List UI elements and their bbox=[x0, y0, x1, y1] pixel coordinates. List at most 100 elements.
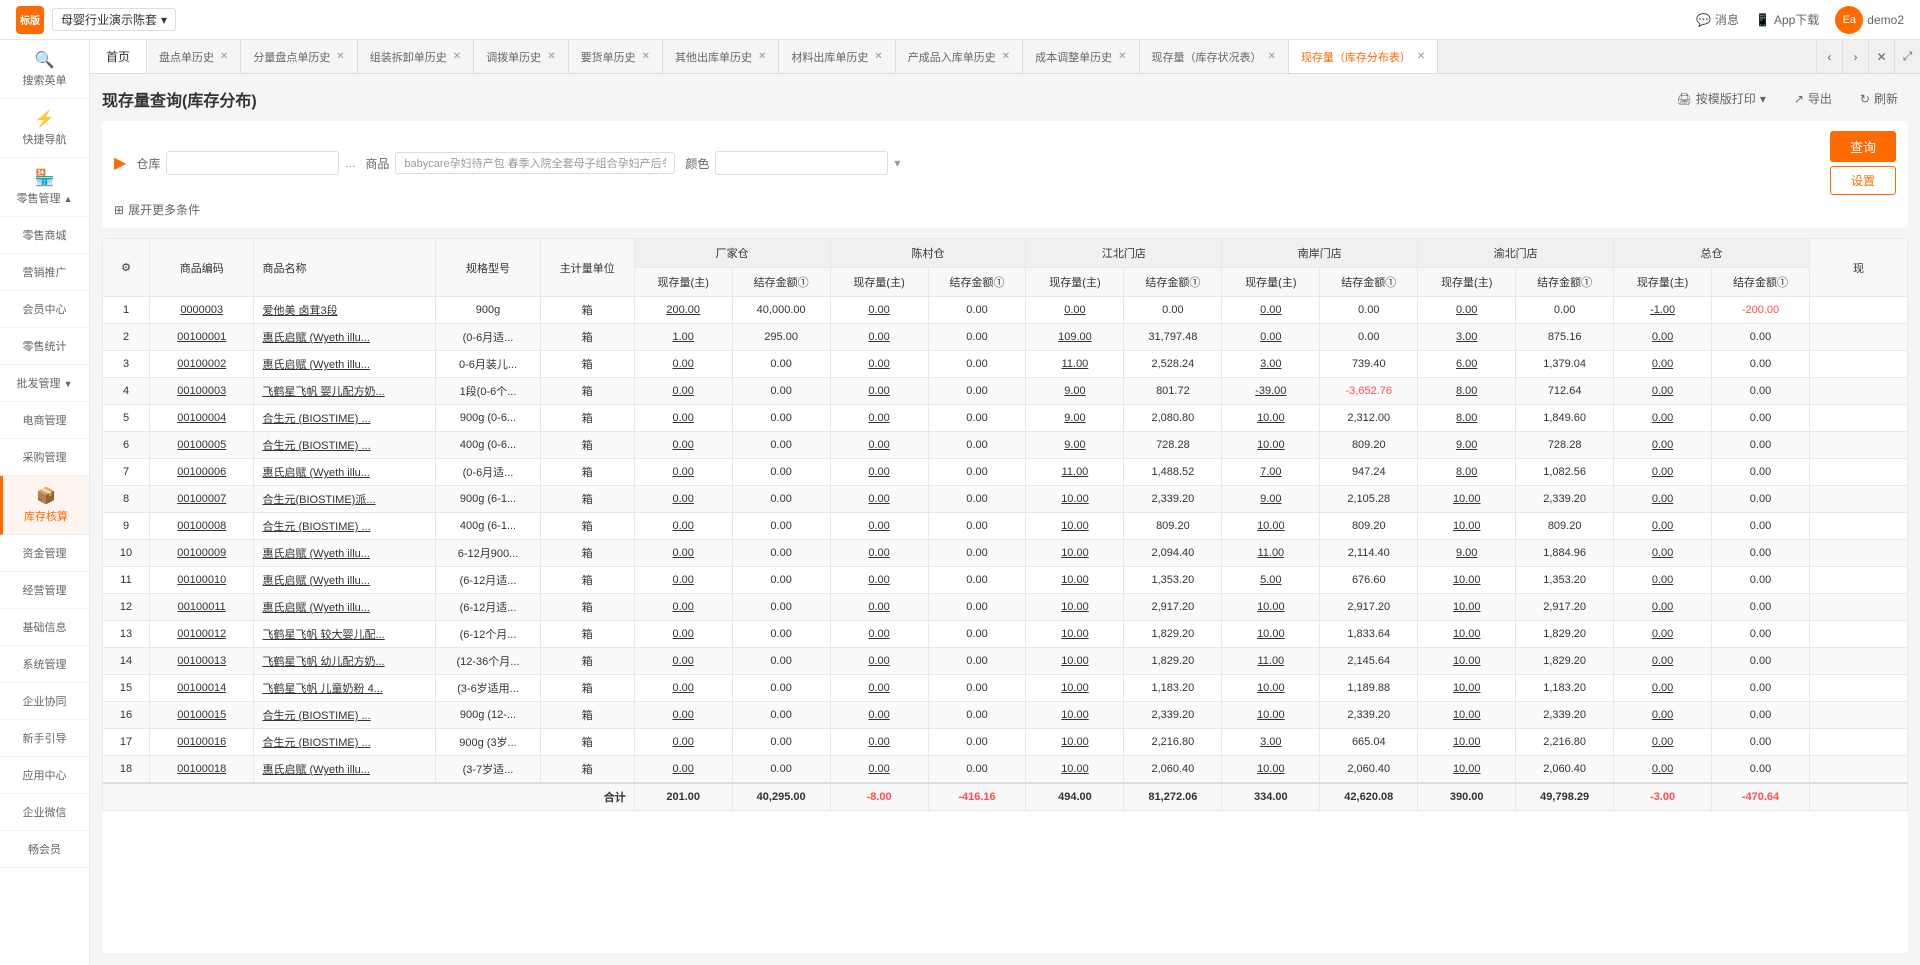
cell-name[interactable]: 惠氏启赋 (Wyeth illu... bbox=[254, 324, 436, 351]
col-header-settings[interactable]: ⚙ bbox=[103, 239, 150, 297]
cell-yubei-qty[interactable]: 10.00 bbox=[1418, 486, 1516, 513]
cell-chencun-qty[interactable]: 0.00 bbox=[830, 297, 928, 324]
tab-close-icon[interactable]: ✕ bbox=[1417, 51, 1425, 62]
sidebar-item-wechat[interactable]: 企业微信 bbox=[0, 794, 89, 831]
cell-jiangbei-qty[interactable]: 10.00 bbox=[1026, 702, 1124, 729]
cell-total-qty[interactable]: 0.00 bbox=[1614, 702, 1712, 729]
cell-jiangbei-qty[interactable]: 10.00 bbox=[1026, 513, 1124, 540]
tab-stocktake-history[interactable]: 盘点单历史 ✕ bbox=[147, 40, 241, 73]
cell-name[interactable]: 合生元 (BIOSTIME) ... bbox=[254, 729, 436, 756]
cell-factory-qty[interactable]: 200.00 bbox=[634, 297, 732, 324]
cell-nanan-qty[interactable]: 11.00 bbox=[1222, 648, 1320, 675]
tab-assembly[interactable]: 组装拆卸单历史 ✕ bbox=[358, 40, 474, 73]
cell-yubei-qty[interactable]: 10.00 bbox=[1418, 729, 1516, 756]
cell-chencun-qty[interactable]: 0.00 bbox=[830, 405, 928, 432]
cell-chencun-qty[interactable]: 0.00 bbox=[830, 729, 928, 756]
cell-yubei-qty[interactable]: 8.00 bbox=[1418, 405, 1516, 432]
cell-code[interactable]: 00100003 bbox=[150, 378, 254, 405]
cell-name[interactable]: 惠氏启赋 (Wyeth illu... bbox=[254, 594, 436, 621]
cell-name[interactable]: 合生元 (BIOSTIME) ... bbox=[254, 432, 436, 459]
cell-nanan-qty[interactable]: -39.00 bbox=[1222, 378, 1320, 405]
cell-factory-qty[interactable]: 0.00 bbox=[634, 432, 732, 459]
sidebar-item-inventory[interactable]: 📦 库存核算 bbox=[0, 476, 89, 535]
cell-nanan-qty[interactable]: 10.00 bbox=[1222, 594, 1320, 621]
cell-yubei-qty[interactable]: 10.00 bbox=[1418, 621, 1516, 648]
cell-nanan-qty[interactable]: 10.00 bbox=[1222, 702, 1320, 729]
cell-jiangbei-qty[interactable]: 10.00 bbox=[1026, 486, 1124, 513]
cell-jiangbei-qty[interactable]: 10.00 bbox=[1026, 621, 1124, 648]
cell-jiangbei-qty[interactable]: 10.00 bbox=[1026, 648, 1124, 675]
cell-yubei-qty[interactable]: 10.00 bbox=[1418, 648, 1516, 675]
cell-code[interactable]: 00100013 bbox=[150, 648, 254, 675]
cell-total-qty[interactable]: 0.00 bbox=[1614, 594, 1712, 621]
tab-close-icon[interactable]: ✕ bbox=[1002, 51, 1010, 62]
cell-nanan-qty[interactable]: 9.00 bbox=[1222, 486, 1320, 513]
tab-close-icon[interactable]: ✕ bbox=[642, 51, 650, 62]
cell-nanan-qty[interactable]: 10.00 bbox=[1222, 756, 1320, 784]
cell-chencun-qty[interactable]: 0.00 bbox=[830, 675, 928, 702]
cell-factory-qty[interactable]: 0.00 bbox=[634, 486, 732, 513]
cell-yubei-qty[interactable]: 10.00 bbox=[1418, 567, 1516, 594]
cell-nanan-qty[interactable]: 0.00 bbox=[1222, 324, 1320, 351]
cell-chencun-qty[interactable]: 0.00 bbox=[830, 513, 928, 540]
cell-total-qty[interactable]: 0.00 bbox=[1614, 324, 1712, 351]
sidebar-item-system[interactable]: 系统管理 bbox=[0, 646, 89, 683]
cell-nanan-qty[interactable]: 10.00 bbox=[1222, 405, 1320, 432]
expand-more-btn[interactable]: ⊞ 展开更多条件 bbox=[114, 201, 1896, 218]
sidebar-item-apps[interactable]: 应用中心 bbox=[0, 757, 89, 794]
cell-total-qty[interactable]: 0.00 bbox=[1614, 405, 1712, 432]
cell-jiangbei-qty[interactable]: 10.00 bbox=[1026, 594, 1124, 621]
tab-prev-btn[interactable]: ‹ bbox=[1816, 40, 1842, 74]
sidebar-item-ecommerce[interactable]: 电商管理 bbox=[0, 402, 89, 439]
cell-factory-qty[interactable]: 0.00 bbox=[634, 702, 732, 729]
cell-factory-qty[interactable]: 0.00 bbox=[634, 594, 732, 621]
message-action[interactable]: 💬 消息 bbox=[1696, 11, 1739, 28]
tab-close-icon[interactable]: ✕ bbox=[1268, 51, 1276, 62]
cell-nanan-qty[interactable]: 5.00 bbox=[1222, 567, 1320, 594]
cell-name[interactable]: 惠氏启赋 (Wyeth illu... bbox=[254, 351, 436, 378]
sidebar-item-finance[interactable]: 资金管理 bbox=[0, 535, 89, 572]
cell-chencun-qty[interactable]: 0.00 bbox=[830, 432, 928, 459]
cell-chencun-qty[interactable]: 0.00 bbox=[830, 324, 928, 351]
sidebar-item-retail-mall[interactable]: 零售商城 bbox=[0, 217, 89, 254]
tab-close-icon[interactable]: ✕ bbox=[336, 51, 344, 62]
cell-name[interactable]: 飞鹤星飞帆 幼儿配方奶... bbox=[254, 648, 436, 675]
cell-chencun-qty[interactable]: 0.00 bbox=[830, 567, 928, 594]
print-btn[interactable]: 🖨 按模版打印 ▾ bbox=[1667, 86, 1776, 111]
query-btn[interactable]: 查询 bbox=[1830, 131, 1896, 162]
cell-chencun-qty[interactable]: 0.00 bbox=[830, 621, 928, 648]
cell-name[interactable]: 惠氏启赋 (Wyeth illu... bbox=[254, 567, 436, 594]
tab-requisition[interactable]: 要货单历史 ✕ bbox=[569, 40, 663, 73]
cell-total-qty[interactable]: 0.00 bbox=[1614, 729, 1712, 756]
sidebar-item-guide[interactable]: 新手引导 bbox=[0, 720, 89, 757]
cell-jiangbei-qty[interactable]: 11.00 bbox=[1026, 351, 1124, 378]
cell-jiangbei-qty[interactable]: 10.00 bbox=[1026, 675, 1124, 702]
cell-factory-qty[interactable]: 1.00 bbox=[634, 324, 732, 351]
cell-code[interactable]: 00100012 bbox=[150, 621, 254, 648]
cell-nanan-qty[interactable]: 3.00 bbox=[1222, 351, 1320, 378]
user-area[interactable]: Ea demo2 bbox=[1835, 6, 1904, 34]
cell-total-qty[interactable]: 0.00 bbox=[1614, 486, 1712, 513]
cell-nanan-qty[interactable]: 11.00 bbox=[1222, 540, 1320, 567]
tab-expand-btn[interactable]: ⤢ bbox=[1894, 40, 1920, 74]
cell-code[interactable]: 00100014 bbox=[150, 675, 254, 702]
cell-code[interactable]: 00100009 bbox=[150, 540, 254, 567]
cell-name[interactable]: 爱他美 卤茸3段 bbox=[254, 297, 436, 324]
cell-chencun-qty[interactable]: 0.00 bbox=[830, 351, 928, 378]
tab-close-icon[interactable]: ✕ bbox=[547, 51, 555, 62]
cell-yubei-qty[interactable]: 3.00 bbox=[1418, 324, 1516, 351]
sidebar-item-search[interactable]: 🔍 搜索英单 bbox=[0, 40, 89, 99]
tab-close-icon[interactable]: ✕ bbox=[220, 51, 228, 62]
cell-nanan-qty[interactable]: 10.00 bbox=[1222, 432, 1320, 459]
cell-total-qty[interactable]: 0.00 bbox=[1614, 621, 1712, 648]
cell-nanan-qty[interactable]: 7.00 bbox=[1222, 459, 1320, 486]
cell-yubei-qty[interactable]: 8.00 bbox=[1418, 378, 1516, 405]
tab-next-btn[interactable]: › bbox=[1842, 40, 1868, 74]
cell-chencun-qty[interactable]: 0.00 bbox=[830, 540, 928, 567]
tab-close-all-btn[interactable]: ✕ bbox=[1868, 40, 1894, 74]
cell-total-qty[interactable]: 0.00 bbox=[1614, 540, 1712, 567]
cell-factory-qty[interactable]: 0.00 bbox=[634, 459, 732, 486]
sidebar-item-member2[interactable]: 畅会员 bbox=[0, 831, 89, 868]
cell-jiangbei-qty[interactable]: 10.00 bbox=[1026, 567, 1124, 594]
cell-code[interactable]: 00100001 bbox=[150, 324, 254, 351]
